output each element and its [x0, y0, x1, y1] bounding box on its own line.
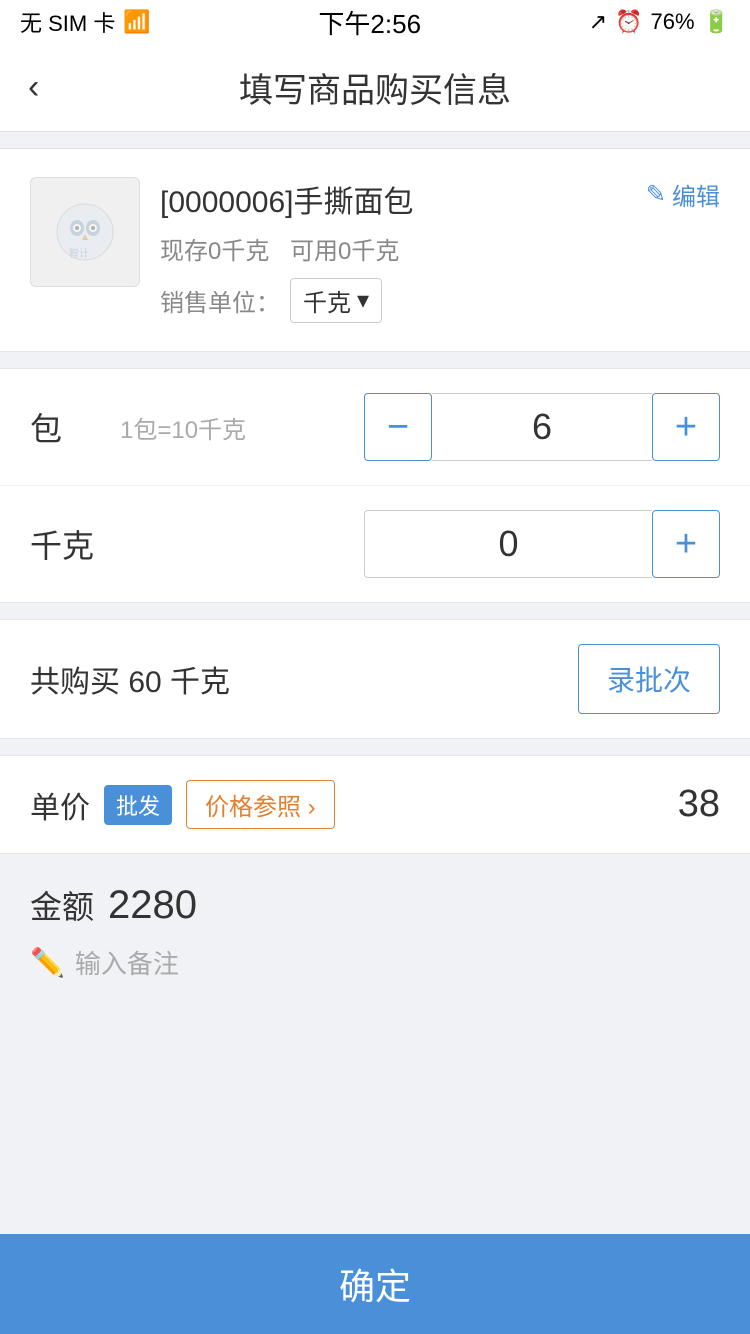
- kg-quantity-input[interactable]: [364, 510, 652, 578]
- quantity-section: 包 1包=10千克 − + 千克 +: [0, 368, 750, 603]
- status-time: 下午2:56: [318, 4, 421, 41]
- note-placeholder: 输入备注: [75, 944, 179, 981]
- edit-icon: ✎: [646, 180, 666, 209]
- status-carrier: 无 SIM 卡 📶: [20, 6, 151, 38]
- amount-label: 金额: [30, 882, 94, 928]
- amount-section: 金额 2280 ✏️ 输入备注: [0, 854, 750, 991]
- bao-decrement-button[interactable]: −: [364, 393, 432, 461]
- edit-button[interactable]: ✎ 编辑: [646, 177, 720, 212]
- total-row: 共购买 60 千克 录批次: [0, 619, 750, 739]
- status-right: ↗ ⏰ 76% 🔋: [589, 9, 730, 35]
- price-label: 单价: [30, 783, 90, 827]
- svg-text:智计: 智计: [69, 247, 89, 260]
- confirm-button[interactable]: 确定: [0, 1234, 750, 1334]
- bottom-spacer: [0, 991, 750, 1271]
- kg-label: 千克: [30, 521, 110, 567]
- kg-increment-button[interactable]: +: [652, 510, 720, 578]
- back-button[interactable]: ‹: [28, 68, 39, 107]
- product-image: 智计: [30, 177, 140, 287]
- location-icon: ↗: [589, 9, 607, 35]
- price-value: 38: [678, 783, 720, 826]
- wifi-icon: 📶: [123, 9, 150, 35]
- kg-controls: +: [364, 510, 720, 578]
- pencil-icon: ✏️: [30, 946, 65, 979]
- price-type-tag: 批发: [104, 785, 172, 825]
- page-title: 填写商品购买信息: [239, 63, 511, 112]
- total-text: 共购买 60 千克: [30, 657, 230, 701]
- bao-controls: − +: [364, 393, 720, 461]
- battery-indicator: 76%: [651, 9, 695, 35]
- price-section: 单价 批发 价格参照 › 38: [0, 755, 750, 854]
- bao-quantity-row: 包 1包=10千克 − +: [0, 369, 750, 486]
- bao-quantity-input[interactable]: [432, 393, 652, 461]
- nav-bar: ‹ 填写商品购买信息: [0, 44, 750, 132]
- status-bar: 无 SIM 卡 📶 下午2:56 ↗ ⏰ 76% 🔋: [0, 0, 750, 44]
- product-name: [0000006]手撕面包: [160, 177, 720, 221]
- note-row[interactable]: ✏️ 输入备注: [30, 944, 720, 981]
- product-card: 智计 [0000006]手撕面包 现存0千克 可用0千克 销售单位： 千克 ▾ …: [0, 148, 750, 352]
- chevron-down-icon: ▾: [357, 286, 369, 315]
- amount-row: 金额 2280: [30, 882, 720, 928]
- product-info: [0000006]手撕面包 现存0千克 可用0千克 销售单位： 千克 ▾: [160, 177, 720, 323]
- kg-quantity-row: 千克 +: [0, 486, 750, 602]
- bao-label: 包: [30, 404, 110, 450]
- batch-button[interactable]: 录批次: [578, 644, 720, 714]
- amount-value: 2280: [108, 883, 197, 928]
- bao-hint: 1包=10千克: [120, 410, 364, 445]
- product-stock: 现存0千克 可用0千克: [160, 231, 720, 266]
- price-reference-button[interactable]: 价格参照 ›: [186, 780, 335, 829]
- product-unit: 销售单位： 千克 ▾: [160, 278, 720, 323]
- battery-icon: 🔋: [703, 9, 730, 35]
- unit-select[interactable]: 千克 ▾: [290, 278, 382, 323]
- bao-increment-button[interactable]: +: [652, 393, 720, 461]
- alarm-icon: ⏰: [615, 9, 642, 35]
- product-logo-icon: 智计: [55, 202, 115, 262]
